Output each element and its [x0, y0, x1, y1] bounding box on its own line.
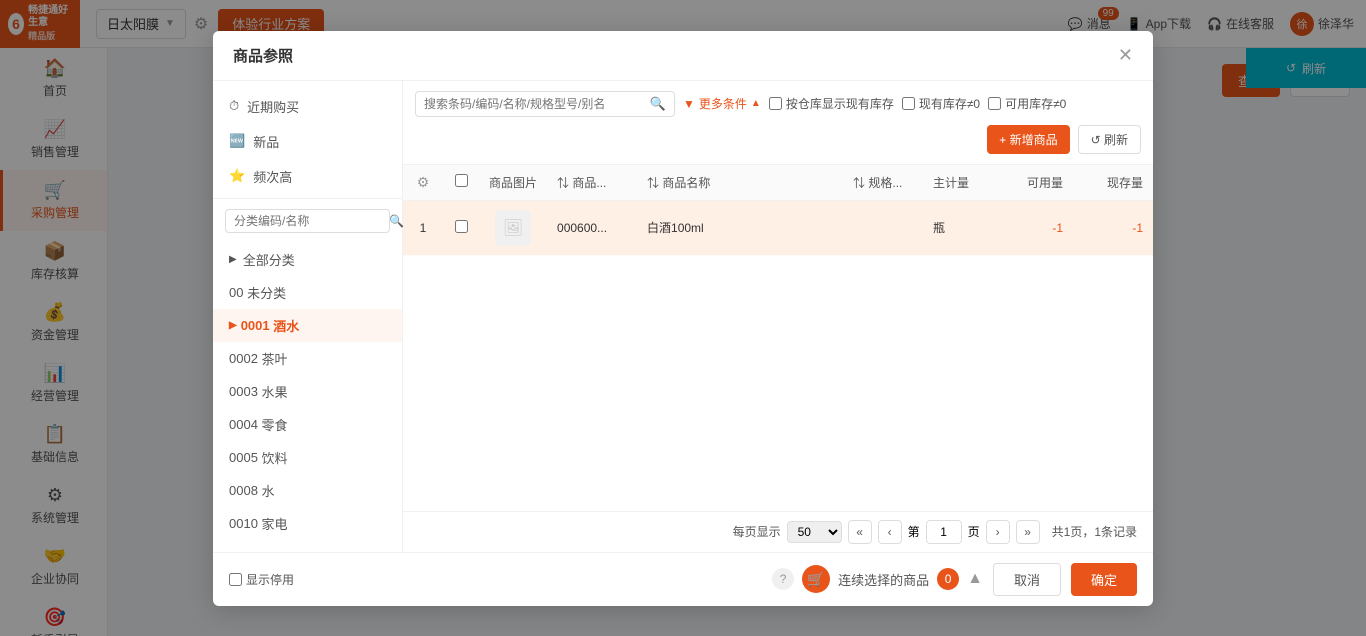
cart-button[interactable]: 🛒: [802, 565, 830, 593]
nav-divider: [213, 198, 402, 199]
show-disabled-input[interactable]: [229, 573, 242, 586]
recent-purchase-item[interactable]: ⏱ 近期购买: [213, 89, 402, 124]
select-all-checkbox[interactable]: [455, 174, 468, 187]
product-table-container: ⚙ 商品图片 ⇅ 商品...: [403, 165, 1153, 511]
new-product-item[interactable]: 🆕 新品: [213, 124, 402, 159]
category-item-0004[interactable]: 0004 零食: [213, 408, 402, 441]
row-num: 1: [403, 200, 443, 255]
show-disabled-checkbox[interactable]: 显示停用: [229, 571, 294, 588]
more-filter-button[interactable]: ▼ 更多条件 ▲: [683, 95, 761, 112]
warehouse-stock-checkbox[interactable]: 按仓库显示现有库存: [769, 95, 894, 112]
per-page-label: 每页显示: [733, 523, 781, 540]
row-img: 🖼: [479, 200, 547, 255]
product-search-icon: 🔍: [650, 96, 666, 112]
product-table: ⚙ 商品图片 ⇅ 商品...: [403, 165, 1153, 256]
active-arrow-icon: ▶: [229, 320, 237, 331]
row-unit: 瓶: [923, 200, 993, 255]
star-icon: ⭐: [229, 168, 245, 184]
table-settings-icon[interactable]: ⚙: [417, 174, 430, 190]
last-page-button[interactable]: »: [1016, 520, 1040, 544]
category-item-0010[interactable]: 0010 家电: [213, 507, 402, 540]
page-label: 第: [908, 523, 920, 540]
confirm-button[interactable]: 确定: [1071, 563, 1137, 596]
category-item-0005[interactable]: 0005 饮料: [213, 441, 402, 474]
col-header-check: [443, 165, 479, 201]
category-item-0003[interactable]: 0003 水果: [213, 375, 402, 408]
available-stock-checkbox[interactable]: 可用库存≠0: [988, 95, 1066, 112]
available-stock-input[interactable]: [988, 97, 1001, 110]
category-search-input[interactable]: [234, 214, 389, 228]
row-checkbox[interactable]: [455, 220, 468, 233]
triangle-icon: ▶: [229, 254, 237, 265]
row-name: 白酒100ml: [637, 200, 843, 255]
total-info: 共1页，1条记录: [1052, 523, 1137, 540]
next-page-button[interactable]: ›: [986, 520, 1010, 544]
col-header-img: 商品图片: [479, 165, 547, 201]
product-image: 🖼: [495, 210, 531, 246]
category-item-0002[interactable]: 0002 茶叶: [213, 342, 402, 375]
modal-right-panel: 🔍 ▼ 更多条件 ▲ 按仓库显示现有库存 现有库存≠0: [403, 81, 1153, 552]
warehouse-stock-input[interactable]: [769, 97, 782, 110]
continuous-count: 0: [937, 568, 959, 590]
page-number-input[interactable]: [926, 520, 962, 544]
sort-spec-icon: ⇅: [853, 176, 865, 190]
category-all-item[interactable]: ▶ 全部分类: [213, 243, 402, 276]
current-stock-input[interactable]: [902, 97, 915, 110]
clock-icon: ⏱: [229, 98, 239, 114]
modal-toolbar: 🔍 ▼ 更多条件 ▲ 按仓库显示现有库存 现有库存≠0: [403, 81, 1153, 165]
footer-right: 取消 确定: [993, 563, 1137, 596]
product-search-input[interactable]: [424, 97, 650, 111]
category-search-box[interactable]: 🔍: [225, 209, 390, 233]
modal-overlay: 商品参照 ✕ ⏱ 近期购买 🆕 新品 ⭐ 频次高: [0, 0, 1366, 636]
category-item-00[interactable]: 00 未分类: [213, 276, 402, 309]
new-icon: 🆕: [229, 133, 245, 149]
col-header-name[interactable]: ⇅ 商品名称: [637, 165, 843, 201]
row-spec: [843, 200, 923, 255]
modal-left-panel: ⏱ 近期购买 🆕 新品 ⭐ 频次高 🔍 ▶: [213, 81, 403, 552]
row-code: 000600...: [547, 200, 637, 255]
row-stock: -1: [1073, 200, 1153, 255]
category-list: ▶ 全部分类 00 未分类 ▶ 0001 酒水 0002 茶叶: [213, 239, 402, 544]
help-icon[interactable]: ?: [772, 568, 794, 590]
footer-mid: ? 🛒 连续选择的商品 0 ▲: [772, 565, 983, 593]
modal-footer: 显示停用 ? 🛒 连续选择的商品 0 ▲ 取消 确定: [213, 552, 1153, 606]
refresh-button[interactable]: ↺ 刷新: [1078, 125, 1141, 154]
row-avail: -1: [993, 200, 1073, 255]
col-header-num: ⚙: [403, 165, 443, 201]
prev-page-button[interactable]: ‹: [878, 520, 902, 544]
collapse-icon[interactable]: ▲: [967, 570, 983, 588]
sort-name-icon: ⇅: [647, 176, 659, 190]
toolbar-right: + 新增商品 ↺ 刷新: [987, 125, 1141, 154]
filter-icon: ▼: [683, 97, 695, 111]
product-modal: 商品参照 ✕ ⏱ 近期购买 🆕 新品 ⭐ 频次高: [213, 31, 1153, 606]
category-item-0008[interactable]: 0008 水: [213, 474, 402, 507]
modal-title: 商品参照: [233, 45, 293, 66]
col-header-code[interactable]: ⇅ 商品...: [547, 165, 637, 201]
add-product-button[interactable]: + 新增商品: [987, 125, 1069, 154]
table-header-row: ⚙ 商品图片 ⇅ 商品...: [403, 165, 1153, 201]
category-item-0001[interactable]: ▶ 0001 酒水: [213, 309, 402, 342]
cancel-button[interactable]: 取消: [993, 563, 1061, 596]
table-row[interactable]: 1 🖼 000600... 白酒100ml 瓶: [403, 200, 1153, 255]
current-stock-checkbox[interactable]: 现有库存≠0: [902, 95, 980, 112]
row-checkbox-cell[interactable]: [443, 200, 479, 255]
modal-body: ⏱ 近期购买 🆕 新品 ⭐ 频次高 🔍 ▶: [213, 81, 1153, 552]
pagination: 每页显示 50 10 20 100 « ‹ 第 页 › » 共1页，1条记录: [403, 511, 1153, 552]
col-header-avail: 可用量: [993, 165, 1073, 201]
page-suffix: 页: [968, 523, 980, 540]
sort-arrow-icon: ⇅: [557, 176, 569, 190]
footer-left: 显示停用: [229, 571, 294, 588]
continuous-label: 连续选择的商品: [838, 570, 929, 589]
col-header-stock: 现存量: [1073, 165, 1153, 201]
category-search-icon: 🔍: [389, 214, 404, 228]
product-search-box[interactable]: 🔍: [415, 91, 675, 117]
modal-header: 商品参照 ✕: [213, 31, 1153, 81]
modal-close-button[interactable]: ✕: [1118, 45, 1133, 66]
filter-arrow-icon: ▲: [751, 98, 761, 109]
col-header-spec[interactable]: ⇅ 规格...: [843, 165, 923, 201]
per-page-select[interactable]: 50 10 20 100: [787, 521, 842, 543]
first-page-button[interactable]: «: [848, 520, 872, 544]
frequent-item[interactable]: ⭐ 频次高: [213, 159, 402, 194]
col-header-unit: 主计量: [923, 165, 993, 201]
